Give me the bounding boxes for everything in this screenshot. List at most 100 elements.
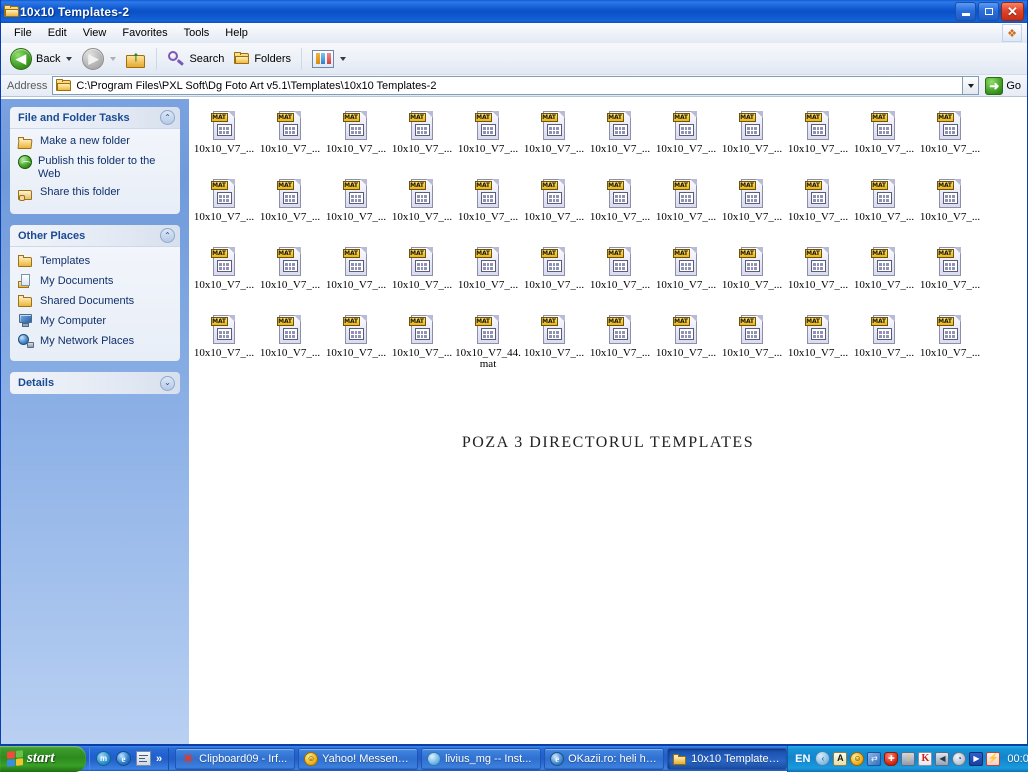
- collapse-chevron-icon[interactable]: ⌃: [160, 110, 175, 125]
- start-button[interactable]: start: [0, 746, 86, 772]
- file-item[interactable]: MAT10x10_V7_44.mat: [455, 311, 521, 377]
- taskbar-button[interactable]: ☺Yahoo! Messenger: [298, 748, 418, 770]
- file-item[interactable]: MAT10x10_V7_...: [257, 311, 323, 377]
- file-item[interactable]: MAT10x10_V7_...: [785, 243, 851, 309]
- collapse-chevron-icon[interactable]: ⌃: [160, 228, 175, 243]
- place-templates[interactable]: Templates: [18, 253, 173, 268]
- taskbar-button[interactable]: ✳Clipboard09 - Irf...: [175, 748, 295, 770]
- tray-expand-icon[interactable]: ‹: [815, 751, 830, 766]
- file-item[interactable]: MAT10x10_V7_...: [389, 243, 455, 309]
- place-shared-documents[interactable]: Shared Documents: [18, 293, 173, 308]
- file-item[interactable]: MAT10x10_V7_...: [587, 243, 653, 309]
- file-item[interactable]: MAT10x10_V7_...: [785, 107, 851, 173]
- quick-launch-more-icon[interactable]: »: [156, 753, 162, 765]
- file-item[interactable]: MAT10x10_V7_...: [917, 175, 983, 241]
- panel-header[interactable]: File and Folder Tasks ⌃: [10, 107, 180, 129]
- security-shield-icon[interactable]: ✚: [884, 752, 898, 766]
- file-item[interactable]: MAT10x10_V7_...: [851, 243, 917, 309]
- file-item[interactable]: MAT10x10_V7_...: [917, 107, 983, 173]
- panel-header[interactable]: Details ⌄: [10, 372, 180, 394]
- task-publish-to-web[interactable]: Publish this folder to the Web: [18, 155, 173, 181]
- expand-chevron-icon[interactable]: ⌄: [160, 376, 175, 391]
- place-my-documents[interactable]: My Documents: [18, 273, 173, 288]
- network-connection-icon[interactable]: ⇄: [867, 752, 881, 766]
- file-item[interactable]: MAT10x10_V7_...: [719, 175, 785, 241]
- file-item[interactable]: MAT10x10_V7_...: [851, 107, 917, 173]
- file-item[interactable]: MAT10x10_V7_...: [455, 107, 521, 173]
- task-make-new-folder[interactable]: Make a new folder: [18, 135, 173, 150]
- file-item[interactable]: MAT10x10_V7_...: [653, 175, 719, 241]
- taskbar-button[interactable]: eOKazii.ro: heli ho...: [544, 748, 664, 770]
- file-item[interactable]: MAT10x10_V7_...: [455, 175, 521, 241]
- file-item[interactable]: MAT10x10_V7_...: [389, 175, 455, 241]
- file-item[interactable]: MAT10x10_V7_...: [587, 175, 653, 241]
- menu-item-view[interactable]: View: [75, 25, 115, 41]
- menu-item-favorites[interactable]: Favorites: [114, 25, 175, 41]
- file-item[interactable]: MAT10x10_V7_...: [719, 243, 785, 309]
- file-item[interactable]: MAT10x10_V7_...: [785, 311, 851, 377]
- clock-tool-icon[interactable]: ◔: [952, 752, 966, 766]
- file-item[interactable]: MAT10x10_V7_...: [653, 311, 719, 377]
- menu-item-tools[interactable]: Tools: [176, 25, 218, 41]
- up-button[interactable]: ↑: [121, 46, 151, 72]
- language-bar-icon[interactable]: A: [833, 752, 847, 766]
- close-button[interactable]: ✕: [1001, 2, 1024, 21]
- file-item[interactable]: MAT10x10_V7_...: [257, 107, 323, 173]
- place-my-computer[interactable]: My Computer: [18, 313, 173, 328]
- show-desktop-icon[interactable]: [136, 751, 151, 766]
- file-list-pane[interactable]: MAT10x10_V7_...MAT10x10_V7_...MAT10x10_V…: [189, 99, 1027, 744]
- address-dropdown-button[interactable]: [962, 76, 979, 95]
- menu-item-edit[interactable]: Edit: [40, 25, 75, 41]
- tray-clock[interactable]: 00:09: [1007, 753, 1028, 765]
- file-item[interactable]: MAT10x10_V7_...: [587, 107, 653, 173]
- security-alert-icon[interactable]: !: [901, 752, 915, 766]
- file-item[interactable]: MAT10x10_V7_...: [191, 243, 257, 309]
- menu-item-help[interactable]: Help: [217, 25, 256, 41]
- file-item[interactable]: MAT10x10_V7_...: [851, 175, 917, 241]
- file-item[interactable]: MAT10x10_V7_...: [191, 175, 257, 241]
- file-item[interactable]: MAT10x10_V7_...: [323, 107, 389, 173]
- file-item[interactable]: MAT10x10_V7_...: [719, 107, 785, 173]
- file-item[interactable]: MAT10x10_V7_...: [389, 107, 455, 173]
- back-dropdown-icon[interactable]: [66, 57, 72, 61]
- file-item[interactable]: MAT10x10_V7_...: [653, 243, 719, 309]
- file-item[interactable]: MAT10x10_V7_...: [719, 311, 785, 377]
- file-item[interactable]: MAT10x10_V7_...: [257, 243, 323, 309]
- address-input[interactable]: C:\Program Files\PXL Soft\Dg Foto Art v5…: [52, 76, 963, 95]
- views-dropdown-icon[interactable]: [340, 57, 346, 61]
- volume-icon[interactable]: ◀: [935, 752, 949, 766]
- file-item[interactable]: MAT10x10_V7_...: [323, 311, 389, 377]
- menu-item-file[interactable]: File: [6, 25, 40, 41]
- file-item[interactable]: MAT10x10_V7_...: [191, 107, 257, 173]
- restore-button[interactable]: [978, 2, 999, 21]
- forward-button[interactable]: ▶: [77, 46, 121, 72]
- file-item[interactable]: MAT10x10_V7_...: [323, 175, 389, 241]
- search-button[interactable]: Search: [162, 46, 229, 72]
- file-item[interactable]: MAT10x10_V7_...: [785, 175, 851, 241]
- file-item[interactable]: MAT10x10_V7_...: [851, 311, 917, 377]
- file-item[interactable]: MAT10x10_V7_...: [587, 311, 653, 377]
- back-button[interactable]: ◀ Back: [5, 46, 77, 72]
- forward-dropdown-icon[interactable]: [110, 57, 116, 61]
- file-item[interactable]: MAT10x10_V7_...: [191, 311, 257, 377]
- msn-messenger-icon[interactable]: m: [96, 751, 111, 766]
- yahoo-messenger-tray-icon[interactable]: ☺: [850, 752, 864, 766]
- taskbar-button[interactable]: 10x10 Templates-2: [667, 748, 787, 770]
- file-item[interactable]: MAT10x10_V7_...: [653, 107, 719, 173]
- file-item[interactable]: MAT10x10_V7_...: [521, 107, 587, 173]
- file-item[interactable]: MAT10x10_V7_...: [917, 243, 983, 309]
- file-item[interactable]: MAT10x10_V7_...: [257, 175, 323, 241]
- views-button[interactable]: [307, 46, 351, 72]
- internet-explorer-icon[interactable]: e: [116, 751, 131, 766]
- kaspersky-icon[interactable]: K: [918, 752, 932, 766]
- file-item[interactable]: MAT10x10_V7_...: [323, 243, 389, 309]
- download-manager-icon[interactable]: ⚡: [986, 752, 1000, 766]
- file-item[interactable]: MAT10x10_V7_...: [389, 311, 455, 377]
- file-item[interactable]: MAT10x10_V7_...: [521, 175, 587, 241]
- folders-button[interactable]: Folders: [229, 46, 296, 72]
- file-item[interactable]: MAT10x10_V7_...: [521, 243, 587, 309]
- place-my-network-places[interactable]: My Network Places: [18, 333, 173, 348]
- panel-header[interactable]: Other Places ⌃: [10, 225, 180, 247]
- tray-language-indicator[interactable]: EN: [795, 753, 810, 765]
- file-item[interactable]: MAT10x10_V7_...: [917, 311, 983, 377]
